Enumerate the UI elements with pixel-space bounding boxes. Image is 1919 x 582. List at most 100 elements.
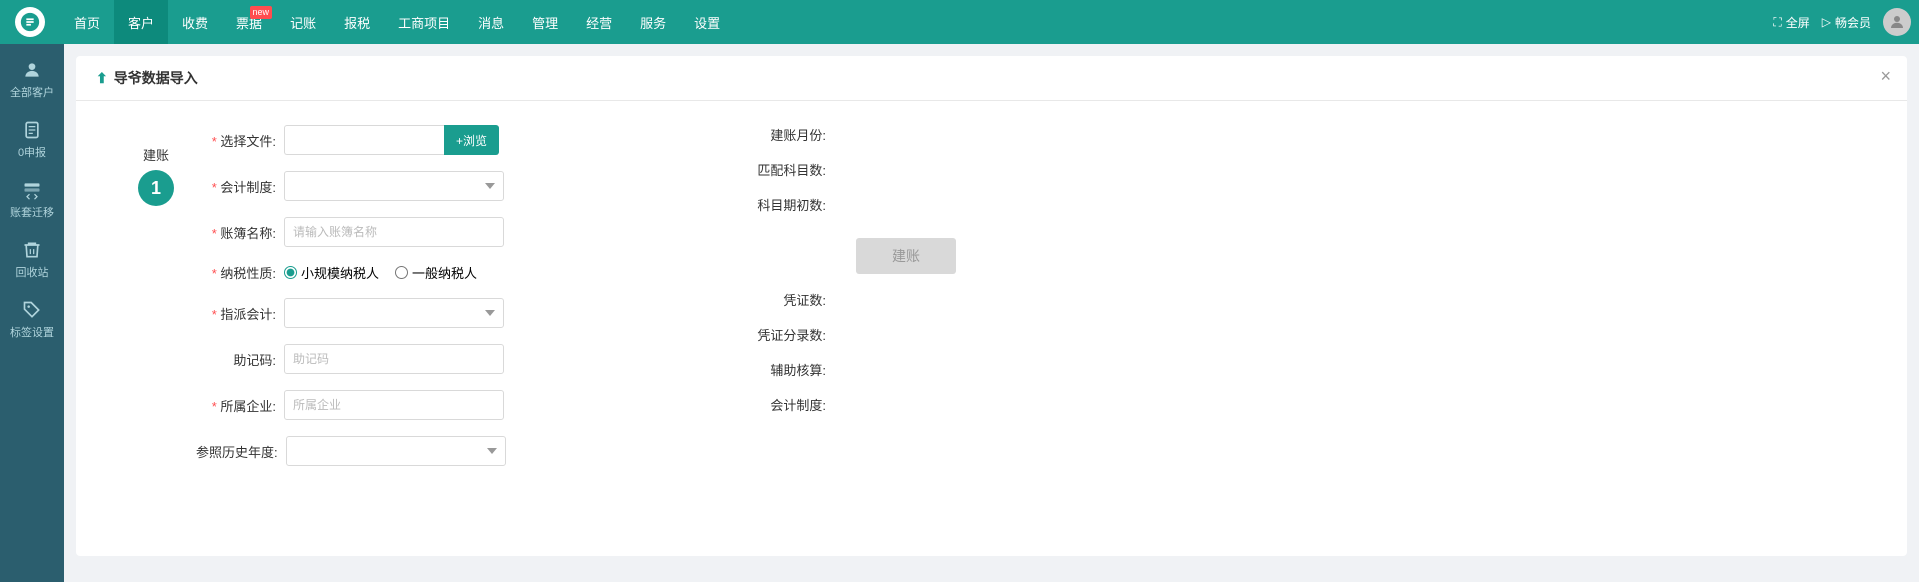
voucher-entries-row: 凭证分录数: (736, 325, 1076, 344)
build-month-label: 建账月份: (736, 125, 826, 144)
aux-accounting-label: 辅助核算: (736, 360, 826, 379)
avatar[interactable] (1883, 8, 1911, 36)
nav-item-bookkeeping[interactable]: 记账 (276, 0, 330, 44)
nav-item-operation[interactable]: 经营 (572, 0, 626, 44)
trash-icon (22, 240, 42, 260)
tax-type-label: 纳税性质: (196, 263, 276, 282)
sidebar-item-tags[interactable]: 标签设置 (0, 292, 64, 348)
close-button[interactable]: × (1880, 66, 1891, 87)
info-accounting-system-row: 会计制度: (736, 395, 1076, 414)
sidebar-item-zero-declare[interactable]: 0申报 (0, 112, 64, 168)
member-label: 畅会员 (1835, 14, 1871, 31)
nav-item-tax[interactable]: 报税 (330, 0, 384, 44)
fullscreen-label: 全屏 (1786, 14, 1810, 31)
accounting-system-select[interactable] (284, 171, 504, 201)
file-input[interactable] (284, 125, 444, 155)
nav-item-client[interactable]: 客户 (114, 0, 168, 44)
ledger-name-label: 账簿名称: (196, 223, 276, 242)
import-card: ⬆ 导爷数据导入 × 建账 1 选择文件: +浏览 (76, 56, 1907, 556)
company-row: 所属企业: (196, 390, 696, 420)
match-subjects-label: 匹配科目数: (736, 160, 826, 179)
aux-accounting-row: 辅助核算: (736, 360, 1076, 379)
file-label: 选择文件: (196, 131, 276, 150)
ledger-name-input[interactable] (284, 217, 504, 247)
sidebar-label-zero-declare: 0申报 (18, 144, 46, 160)
tax-general-label: 一般纳税人 (412, 263, 477, 282)
card-header: ⬆ 导爷数据导入 (76, 56, 1907, 101)
nav-item-service[interactable]: 服务 (626, 0, 680, 44)
step-circle: 1 (138, 170, 174, 206)
history-year-label: 参照历史年度: (196, 442, 278, 461)
accountant-label: 指派会计: (196, 304, 276, 323)
tax-small-input[interactable] (284, 266, 297, 279)
memo-label: 助记码: (196, 350, 276, 369)
migrate-icon (22, 180, 42, 200)
tax-general-radio[interactable]: 一般纳税人 (395, 263, 477, 282)
file-input-group: +浏览 (284, 125, 499, 155)
form-section: 选择文件: +浏览 会计制度: (196, 125, 696, 482)
fullscreen-btn[interactable]: ⛶ 全屏 (1773, 14, 1809, 31)
accountant-row: 指派会计: (196, 298, 696, 328)
sidebar-label-tags: 标签设置 (10, 324, 54, 340)
tax-small-label: 小规模纳税人 (301, 263, 379, 282)
company-input[interactable] (284, 390, 504, 420)
nav-right: ⛶ 全屏 ▷ 畅会员 (1773, 8, 1911, 36)
declare-icon (22, 120, 42, 140)
nav-item-invoice[interactable]: 票据 new (222, 0, 276, 44)
subject-initial-row: 科目期初数: (736, 195, 1076, 214)
history-year-select[interactable] (286, 436, 506, 466)
nav-item-fee[interactable]: 收费 (168, 0, 222, 44)
main-layout: 全部客户 0申报 账套迁移 回收站 标签设置 (0, 44, 1919, 582)
step-label: 建账 (143, 145, 169, 164)
history-year-row: 参照历史年度: (196, 436, 696, 466)
memo-input[interactable] (284, 344, 504, 374)
person-icon (22, 60, 42, 80)
nav-item-message[interactable]: 消息 (464, 0, 518, 44)
logo-icon (15, 7, 45, 37)
card-body: 建账 1 选择文件: +浏览 会计制度: (76, 101, 1907, 506)
accounting-system-label: 会计制度: (196, 177, 276, 196)
tax-type-row: 纳税性质: 小规模纳税人 一般纳税人 (196, 263, 696, 282)
tax-small-radio[interactable]: 小规模纳税人 (284, 263, 379, 282)
member-btn[interactable]: ▷ 畅会员 (1822, 14, 1871, 31)
build-button[interactable]: 建账 (856, 238, 956, 274)
build-month-row: 建账月份: (736, 125, 1076, 144)
info-accounting-system-label: 会计制度: (736, 395, 826, 414)
import-icon: ⬆ (96, 70, 108, 87)
nav-item-bizproject[interactable]: 工商项目 (384, 0, 464, 44)
info-section: 建账月份: 匹配科目数: 科目期初数: 建账 凭证 (696, 125, 1076, 482)
card-title: 导爷数据导入 (114, 68, 198, 88)
voucher-count-row: 凭证数: (736, 290, 1076, 309)
sidebar-label-trash: 回收站 (16, 264, 49, 280)
accounting-system-row: 会计制度: (196, 171, 696, 201)
match-subjects-row: 匹配科目数: (736, 160, 1076, 179)
build-btn-row: 建账 (736, 230, 1076, 274)
tax-general-input[interactable] (395, 266, 408, 279)
memo-row: 助记码: (196, 344, 696, 374)
nav-item-home[interactable]: 首页 (60, 0, 114, 44)
accountant-select[interactable] (284, 298, 504, 328)
nav-items: 首页 客户 收费 票据 new 记账 报税 工商项目 消息 管理 经营 服务 设… (60, 0, 1773, 44)
company-label: 所属企业: (196, 396, 276, 415)
play-icon: ▷ (1822, 15, 1831, 29)
subject-initial-label: 科目期初数: (736, 195, 826, 214)
top-nav: 首页 客户 收费 票据 new 记账 报税 工商项目 消息 管理 经营 服务 设… (0, 0, 1919, 44)
tax-type-radio-group: 小规模纳税人 一般纳税人 (284, 263, 477, 282)
nav-item-manage[interactable]: 管理 (518, 0, 572, 44)
voucher-entries-label: 凭证分录数: (736, 325, 826, 344)
sidebar-label-migrate: 账套迁移 (10, 204, 54, 220)
sidebar-item-migrate[interactable]: 账套迁移 (0, 172, 64, 228)
sidebar-item-all-clients[interactable]: 全部客户 (0, 52, 64, 108)
sidebar-item-trash[interactable]: 回收站 (0, 232, 64, 288)
ledger-name-row: 账簿名称: (196, 217, 696, 247)
main-content: ⬆ 导爷数据导入 × 建账 1 选择文件: +浏览 (64, 44, 1919, 582)
file-row: 选择文件: +浏览 (196, 125, 696, 155)
step-section: 建账 1 (116, 125, 196, 482)
browse-button[interactable]: +浏览 (444, 125, 499, 155)
sidebar-label-all-clients: 全部客户 (10, 84, 54, 100)
nav-item-settings[interactable]: 设置 (680, 0, 734, 44)
voucher-count-label: 凭证数: (736, 290, 826, 309)
new-badge: new (250, 6, 273, 19)
logo (8, 0, 52, 44)
sidebar: 全部客户 0申报 账套迁移 回收站 标签设置 (0, 44, 64, 582)
